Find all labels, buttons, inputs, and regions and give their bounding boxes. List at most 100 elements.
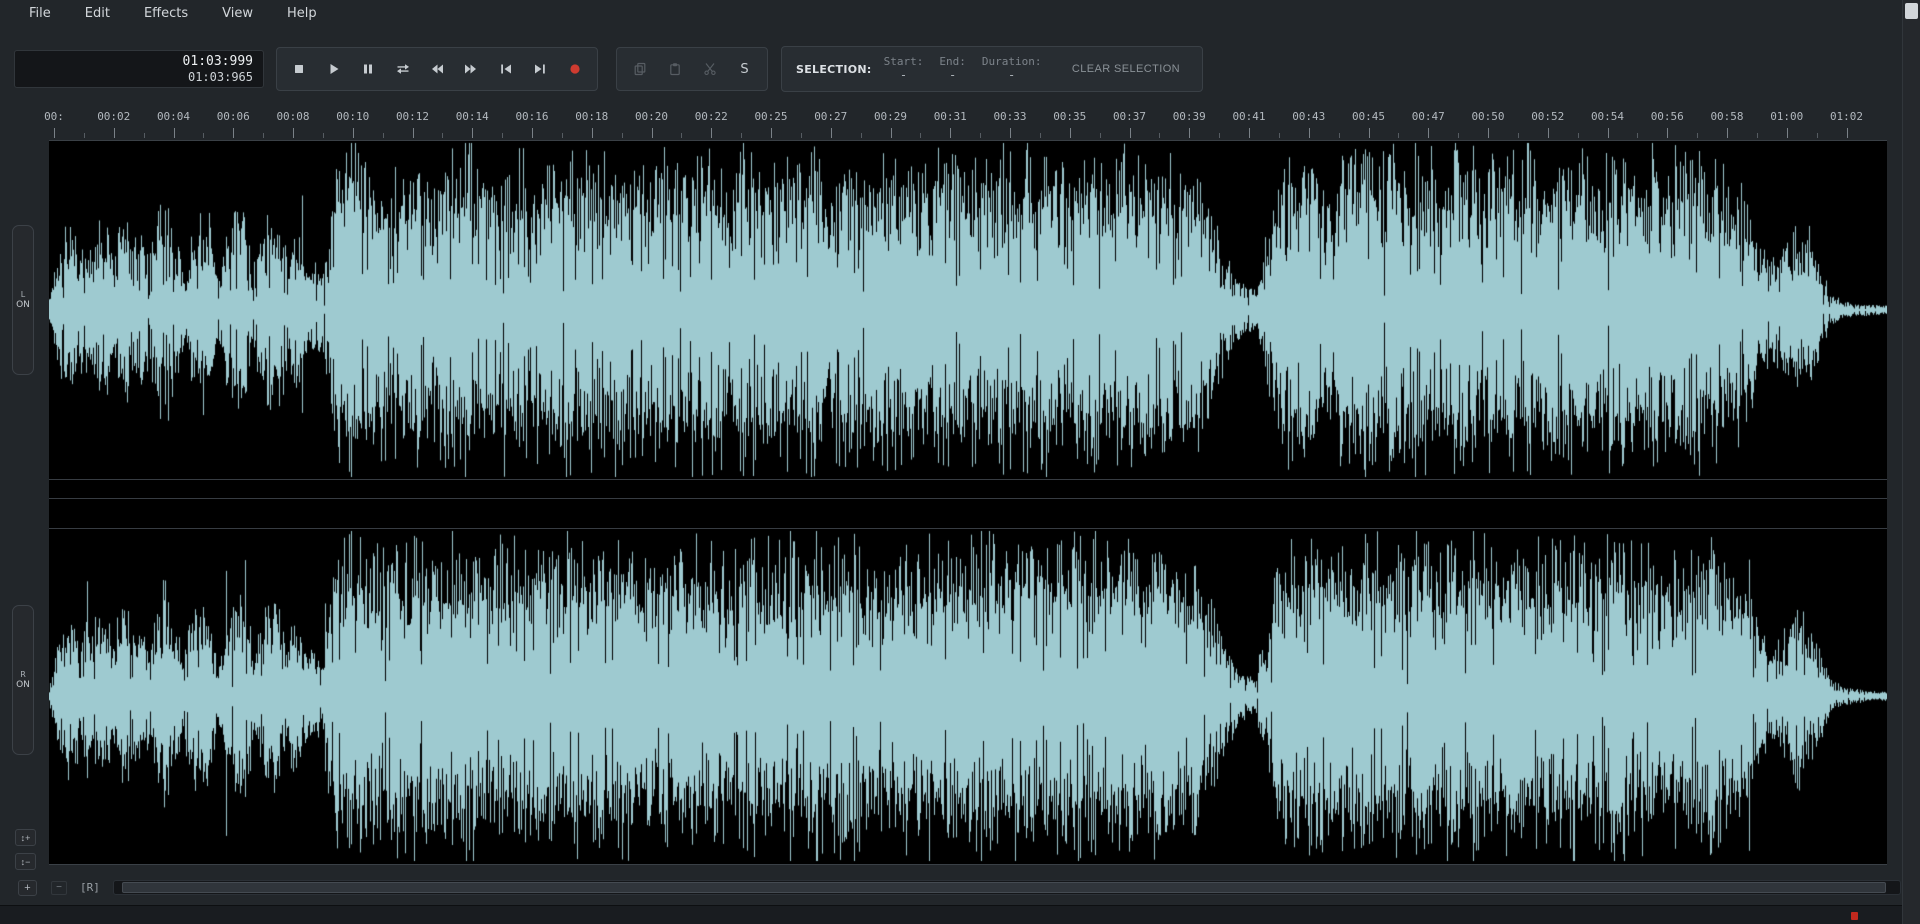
ruler-tick-label: 00:04 — [156, 110, 191, 123]
ruler-minor-tick — [502, 133, 504, 138]
ruler-minor-tick — [143, 133, 145, 138]
horizontal-scrollbar-thumb[interactable] — [122, 882, 1886, 893]
ruler-tick — [1069, 128, 1071, 138]
ruler-minor-tick — [741, 133, 743, 138]
ruler-tick — [1488, 128, 1489, 138]
vertical-zoom-out-button[interactable]: ↕− — [15, 853, 36, 870]
ruler-minor-tick — [561, 133, 563, 138]
selection-start-value: - — [899, 68, 908, 82]
menu-help[interactable]: Help — [270, 0, 334, 28]
menu-view[interactable]: View — [205, 0, 270, 28]
horizontal-zoom-out-button[interactable]: − — [51, 881, 67, 895]
ruler-tick-label: 00:56 — [1650, 110, 1684, 123]
cut-button[interactable] — [693, 52, 726, 86]
clear-selection-button[interactable]: CLEAR SELECTION — [1072, 63, 1180, 75]
ruler-tick — [1667, 128, 1669, 138]
vertical-scrollbar[interactable] — [1902, 0, 1920, 924]
channel-r-status: ON — [16, 680, 30, 690]
ruler-tick — [54, 128, 55, 138]
ruler-minor-tick — [263, 133, 265, 138]
rewind-button[interactable] — [421, 52, 453, 86]
recording-status-indicator — [1851, 912, 1858, 920]
ruler-tick — [1727, 128, 1728, 138]
play-button[interactable] — [317, 52, 349, 86]
paste-icon — [669, 63, 680, 76]
ruler-tick-label: 00:45 — [1351, 110, 1386, 123]
ruler-tick-label: 00: — [44, 110, 64, 123]
transport-controls — [276, 47, 598, 91]
fast-forward-icon — [465, 64, 477, 74]
channel-l-label: L — [20, 290, 26, 299]
record-button[interactable] — [559, 52, 591, 86]
ruler-tick — [591, 128, 593, 138]
ruler-minor-tick — [1577, 133, 1579, 138]
waveform-right-channel[interactable] — [49, 529, 1887, 863]
skip-to-start-icon — [501, 64, 511, 74]
ruler-tick — [113, 128, 115, 138]
ruler-tick-label: 00:58 — [1710, 110, 1744, 123]
ruler-minor-tick — [1219, 133, 1221, 138]
play-icon — [330, 64, 339, 74]
channel-divider-line — [49, 479, 1887, 480]
ruler-tick-label: 00:18 — [575, 110, 609, 123]
ruler-minor-tick — [382, 133, 384, 138]
ruler-tick-label: 00:10 — [336, 110, 370, 123]
ruler-tick — [1129, 128, 1131, 138]
menu-effects[interactable]: Effects — [127, 0, 205, 28]
menu-file[interactable]: File — [12, 0, 68, 28]
stop-button[interactable] — [283, 52, 315, 86]
ruler-minor-tick — [621, 133, 623, 138]
fast-forward-button[interactable] — [455, 52, 487, 86]
vertical-zoom-in-button[interactable]: ↕+ — [15, 829, 36, 846]
timeline-ruler[interactable]: 00: 00:02 00:04 00:06 00:08 00:10 00:12 00:14 00… — [0, 104, 1902, 140]
status-bar — [0, 905, 1920, 924]
ruler-tick-label: 00:35 — [1053, 110, 1087, 123]
ruler-tick-label: 00:43 — [1292, 110, 1326, 123]
waveform-left-channel[interactable] — [49, 141, 1887, 479]
menu-edit[interactable]: Edit — [68, 0, 127, 28]
cut-icon — [703, 63, 716, 76]
stop-icon — [295, 65, 304, 73]
horizontal-zoom-in-button[interactable]: + — [18, 880, 37, 896]
selection-fields: Start: - End: - Duration: - — [884, 55, 1042, 83]
selection-label: SELECTION: — [796, 62, 872, 76]
loop-icon — [396, 64, 409, 74]
ruler-tick — [173, 128, 175, 138]
record-icon — [570, 64, 580, 74]
ruler-minor-tick — [1816, 133, 1818, 138]
horizontal-scrollbar[interactable] — [113, 880, 1901, 895]
audio-editor-window: File Edit Effects View Help 01:03:999 01… — [0, 0, 1920, 924]
ruler-minor-tick — [1338, 133, 1340, 138]
channel-l-fader[interactable]: L ON — [12, 225, 34, 375]
ruler-tick — [293, 128, 294, 138]
ruler-minor-tick — [83, 133, 85, 138]
ruler-minor-tick — [1039, 133, 1041, 138]
ruler-tick-label: 00:06 — [216, 110, 250, 123]
skip-to-start-button[interactable] — [490, 52, 522, 86]
copy-button[interactable] — [623, 52, 656, 86]
ruler-tick-label: 00:16 — [515, 110, 549, 123]
ruler-tick — [1428, 128, 1430, 138]
ruler-tick — [1547, 128, 1549, 138]
channel-r-fader[interactable]: R ON — [12, 605, 34, 755]
ruler-minor-tick — [1756, 133, 1758, 138]
paste-button[interactable] — [658, 52, 691, 86]
ruler-minor-tick — [442, 133, 444, 138]
solo-button[interactable]: S — [728, 52, 761, 86]
ruler-tick — [1308, 128, 1310, 138]
ruler-tick-label: 00:33 — [993, 110, 1027, 123]
ruler-minor-tick — [322, 133, 324, 138]
ruler-tick — [1607, 128, 1609, 138]
loop-button[interactable] — [386, 52, 418, 86]
ruler-minor-tick — [860, 133, 862, 138]
ruler-tick-label: 00:02 — [97, 110, 131, 123]
ruler-tick — [1249, 128, 1250, 138]
pause-button[interactable] — [352, 52, 384, 86]
ruler-tick-label: 00:47 — [1411, 110, 1445, 123]
selection-panel: SELECTION: Start: - End: - Duration: - C… — [781, 46, 1203, 92]
ruler-tick-label: 00:12 — [395, 110, 430, 123]
ruler-tick — [233, 128, 235, 138]
skip-to-end-button[interactable] — [524, 52, 556, 86]
vertical-scrollbar-thumb[interactable] — [1905, 3, 1918, 19]
ruler-minor-tick — [203, 133, 205, 138]
